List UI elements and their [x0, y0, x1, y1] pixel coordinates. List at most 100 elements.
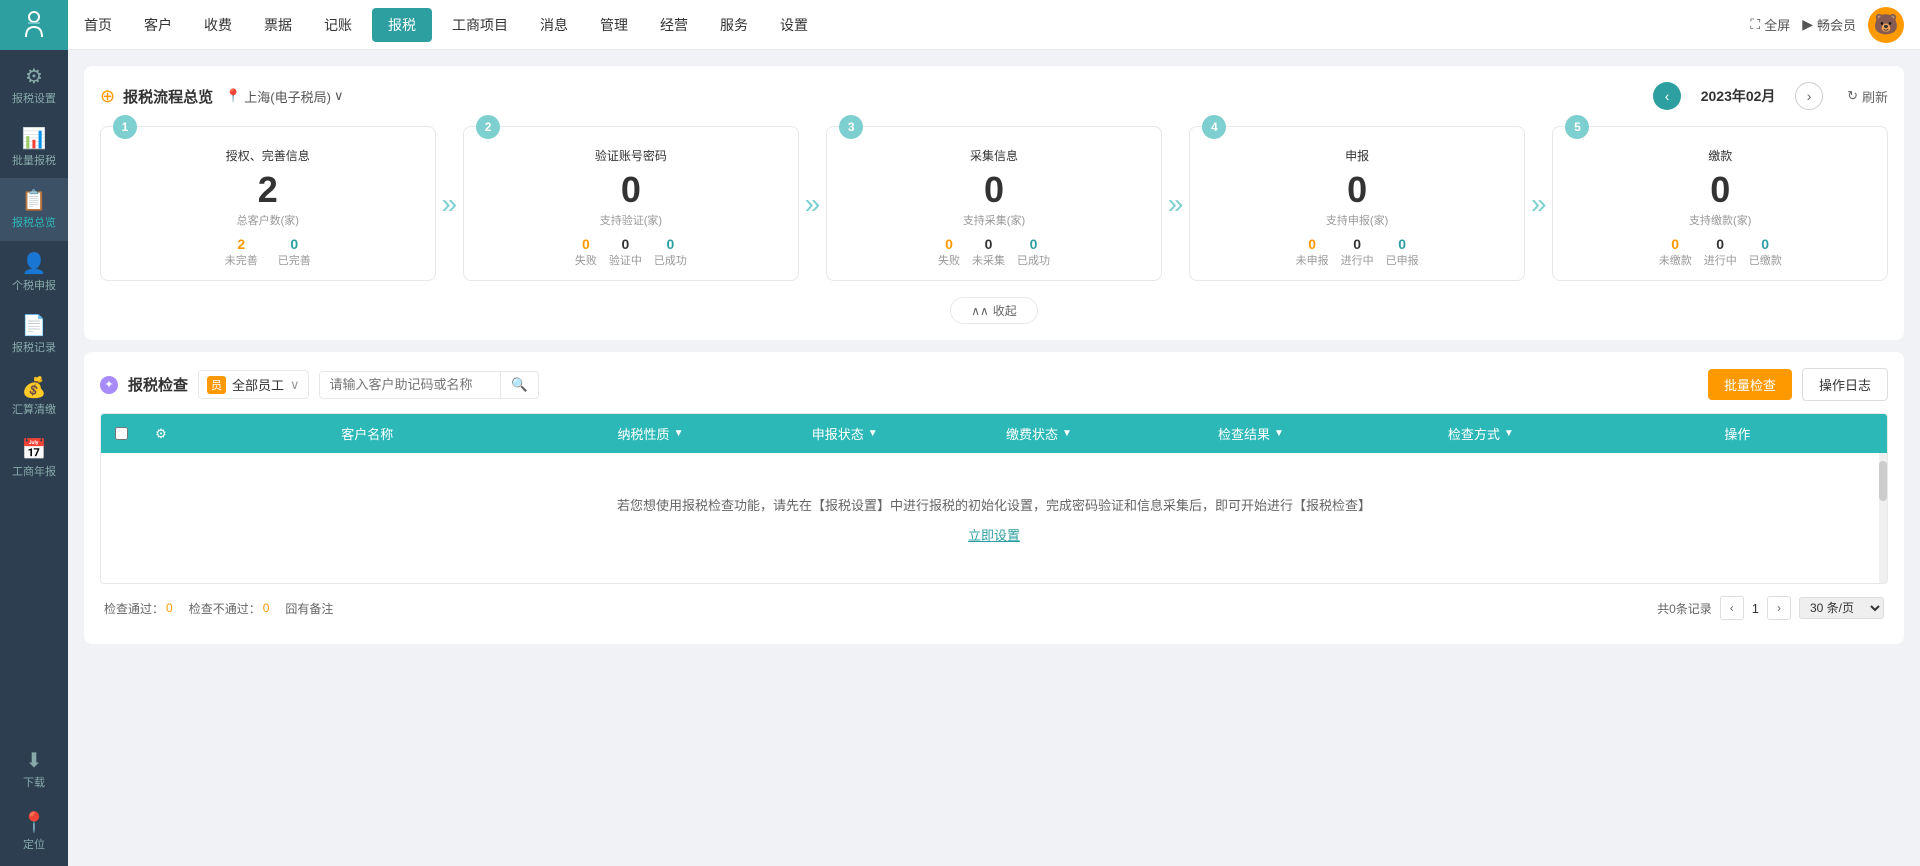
step-3-subtitle: 支持采集(家)	[839, 212, 1149, 228]
search-button[interactable]: 🔍	[500, 372, 538, 398]
step-1-stat-0-num: 2	[225, 236, 258, 252]
chart-icon: 📊	[22, 126, 47, 151]
logo	[0, 0, 68, 50]
sidebar: ⚙ 报税设置 📊 批量报税 📋 报税总览 👤 个税申报 📄 报税记录 💰 汇算清…	[0, 50, 68, 866]
step-4-big-num: 0	[1202, 172, 1512, 208]
nav-item-business[interactable]: 工商项目	[436, 0, 524, 50]
fullscreen-button[interactable]: ⛶ 全屏	[1750, 15, 1790, 34]
steps-row: 1 授权、完善信息 2 总客户数(家) 2 未完善 0 已完善	[100, 126, 1888, 281]
step-3-big-num: 0	[839, 172, 1149, 208]
search-container: 🔍	[319, 371, 539, 399]
sidebar-item-tax-overview[interactable]: 📋 报税总览	[0, 178, 68, 240]
nav-item-account[interactable]: 记账	[308, 0, 368, 50]
next-month-button[interactable]: ›	[1795, 82, 1823, 110]
month-nav: ‹ 2023年02月 ›	[1653, 82, 1823, 110]
nav-item-message[interactable]: 消息	[524, 0, 584, 50]
collapse-button[interactable]: ∧∧ 收起	[950, 297, 1038, 324]
step-2-stat-0: 0 失败	[575, 236, 597, 268]
refresh-icon: ↻	[1847, 88, 1858, 104]
scrollbar-track[interactable]	[1879, 453, 1887, 583]
page-size-select[interactable]: 30 条/页 50 条/页 100 条/页	[1799, 597, 1884, 619]
prev-month-button[interactable]: ‹	[1653, 82, 1681, 110]
nav-item-settings[interactable]: 设置	[764, 0, 824, 50]
filter-icon-4: ▼	[1274, 428, 1284, 439]
step-2-subtitle: 支持验证(家)	[476, 212, 786, 228]
step-2-number: 2	[476, 115, 500, 139]
page-next-button[interactable]: ›	[1767, 596, 1791, 620]
search-input[interactable]	[320, 372, 500, 397]
avatar: 🐻	[1868, 7, 1904, 43]
nav-item-fee[interactable]: 收费	[188, 0, 248, 50]
content-area: ⊕ 报税流程总览 📍 上海(电子税局) ∨ ‹ 2023年02月 › ↻ 刷新	[68, 50, 1920, 866]
sidebar-item-annual-report[interactable]: 📅 工商年报	[0, 427, 68, 489]
step-3-title: 采集信息	[839, 147, 1149, 164]
scrollbar-placeholder	[1879, 414, 1887, 453]
refresh-button[interactable]: ↻ 刷新	[1847, 87, 1888, 106]
step-5-number: 5	[1565, 115, 1589, 139]
nav-item-home[interactable]: 首页	[68, 0, 128, 50]
step-5-big-num: 0	[1565, 172, 1875, 208]
nav-item-service[interactable]: 服务	[704, 0, 764, 50]
step-1-number: 1	[113, 115, 137, 139]
nav-item-customer[interactable]: 客户	[128, 0, 188, 50]
col-name-header: 客户名称	[181, 414, 553, 453]
sidebar-item-tax-settings[interactable]: ⚙ 报税设置	[0, 54, 68, 116]
step-2-big-num: 0	[476, 172, 786, 208]
total-records: 共0条记录	[1657, 600, 1712, 617]
check-fail-link[interactable]: 0	[263, 601, 270, 615]
sidebar-item-settlement[interactable]: 💰 汇算清缴	[0, 365, 68, 427]
col-action-header: 操作	[1596, 414, 1879, 453]
check-fail-stat: 检查不通过： 0	[189, 600, 270, 617]
pagination: 共0条记录 ‹ 1 › 30 条/页 50 条/页 100 条/页	[1657, 596, 1884, 620]
check-title: 报税检查	[128, 374, 188, 395]
check-section: ✦ 报税检查 员 全部员工 ∨ 🔍 批量检查 操作日志	[84, 352, 1904, 644]
step-1-stat-0-label: 未完善	[225, 252, 258, 268]
step-1-subtitle: 总客户数(家)	[113, 212, 423, 228]
scrollbar-thumb	[1879, 461, 1887, 501]
sidebar-item-personal-tax[interactable]: 👤 个税申报	[0, 241, 68, 303]
col-setting-icon[interactable]: ⚙	[141, 414, 181, 453]
money-icon: 💰	[22, 375, 47, 400]
col-declare-header[interactable]: 申报状态 ▼	[748, 414, 942, 453]
sidebar-item-tax-records[interactable]: 📄 报税记录	[0, 303, 68, 365]
sidebar-item-batch-tax[interactable]: 📊 批量报税	[0, 116, 68, 178]
batch-check-button[interactable]: 批量检查	[1708, 369, 1792, 400]
chevron-down-icon: ∨	[334, 88, 344, 104]
table-header: ⚙ 客户名称 纳税性质 ▼ 申报状态 ▼ 缴费状态 ▼ 检	[101, 414, 1887, 453]
step-1-card: 1 授权、完善信息 2 总客户数(家) 2 未完善 0 已完善	[100, 126, 436, 281]
step-3-card: 3 采集信息 0 支持采集(家) 0 失败 0 未采集	[826, 126, 1162, 281]
filter-icon-1: ▼	[674, 428, 684, 439]
nav-item-manage[interactable]: 管理	[584, 0, 644, 50]
gear-icon: ⚙	[25, 64, 43, 89]
step-1-big-num: 2	[113, 172, 423, 208]
operation-log-button[interactable]: 操作日志	[1802, 368, 1888, 401]
nav-item-invoice[interactable]: 票据	[248, 0, 308, 50]
table-empty-state: 若您想使用报税检查功能，请先在【报税设置】中进行报税的初始化设置，完成密码验证和…	[101, 453, 1887, 583]
fullscreen-icon: ⛶	[1750, 16, 1760, 33]
setup-link[interactable]: 立即设置	[968, 525, 1020, 544]
empty-message: 若您想使用报税检查功能，请先在【报税设置】中进行报税的初始化设置，完成密码验证和…	[617, 492, 1371, 521]
location-small-icon: 📍	[225, 88, 241, 104]
step-1-stat-1-num: 0	[278, 236, 311, 252]
tax-office-select[interactable]: 📍 上海(电子税局) ∨	[225, 87, 343, 106]
overview-card: ⊕ 报税流程总览 📍 上海(电子税局) ∨ ‹ 2023年02月 › ↻ 刷新	[84, 66, 1904, 340]
step-2-stat-2: 0 已成功	[654, 236, 687, 268]
col-method-header[interactable]: 检查方式 ▼	[1366, 414, 1596, 453]
collapse-icon: ∧∧	[971, 304, 989, 318]
sidebar-item-location[interactable]: 📍 定位	[0, 800, 68, 862]
col-pay-header[interactable]: 缴费状态 ▼	[942, 414, 1136, 453]
step-1-stat-0: 2 未完善	[225, 236, 258, 268]
member-button[interactable]: ▶ 畅会员	[1802, 15, 1856, 34]
step-4-title: 申报	[1202, 147, 1512, 164]
sidebar-item-download[interactable]: ⬇ 下载	[0, 738, 68, 800]
nav-item-tax[interactable]: 报税	[372, 8, 432, 42]
check-pass-link[interactable]: 0	[166, 601, 173, 615]
col-tax-type-header[interactable]: 纳税性质 ▼	[553, 414, 747, 453]
nav-item-operation[interactable]: 经营	[644, 0, 704, 50]
employee-selector[interactable]: 员 全部员工 ∨	[198, 370, 309, 399]
col-checkbox[interactable]	[101, 414, 141, 453]
step-2-stat-1: 0 验证中	[609, 236, 642, 268]
col-result-header[interactable]: 检查结果 ▼	[1136, 414, 1366, 453]
has-note: 囧有备注	[285, 600, 333, 617]
page-prev-button[interactable]: ‹	[1720, 596, 1744, 620]
